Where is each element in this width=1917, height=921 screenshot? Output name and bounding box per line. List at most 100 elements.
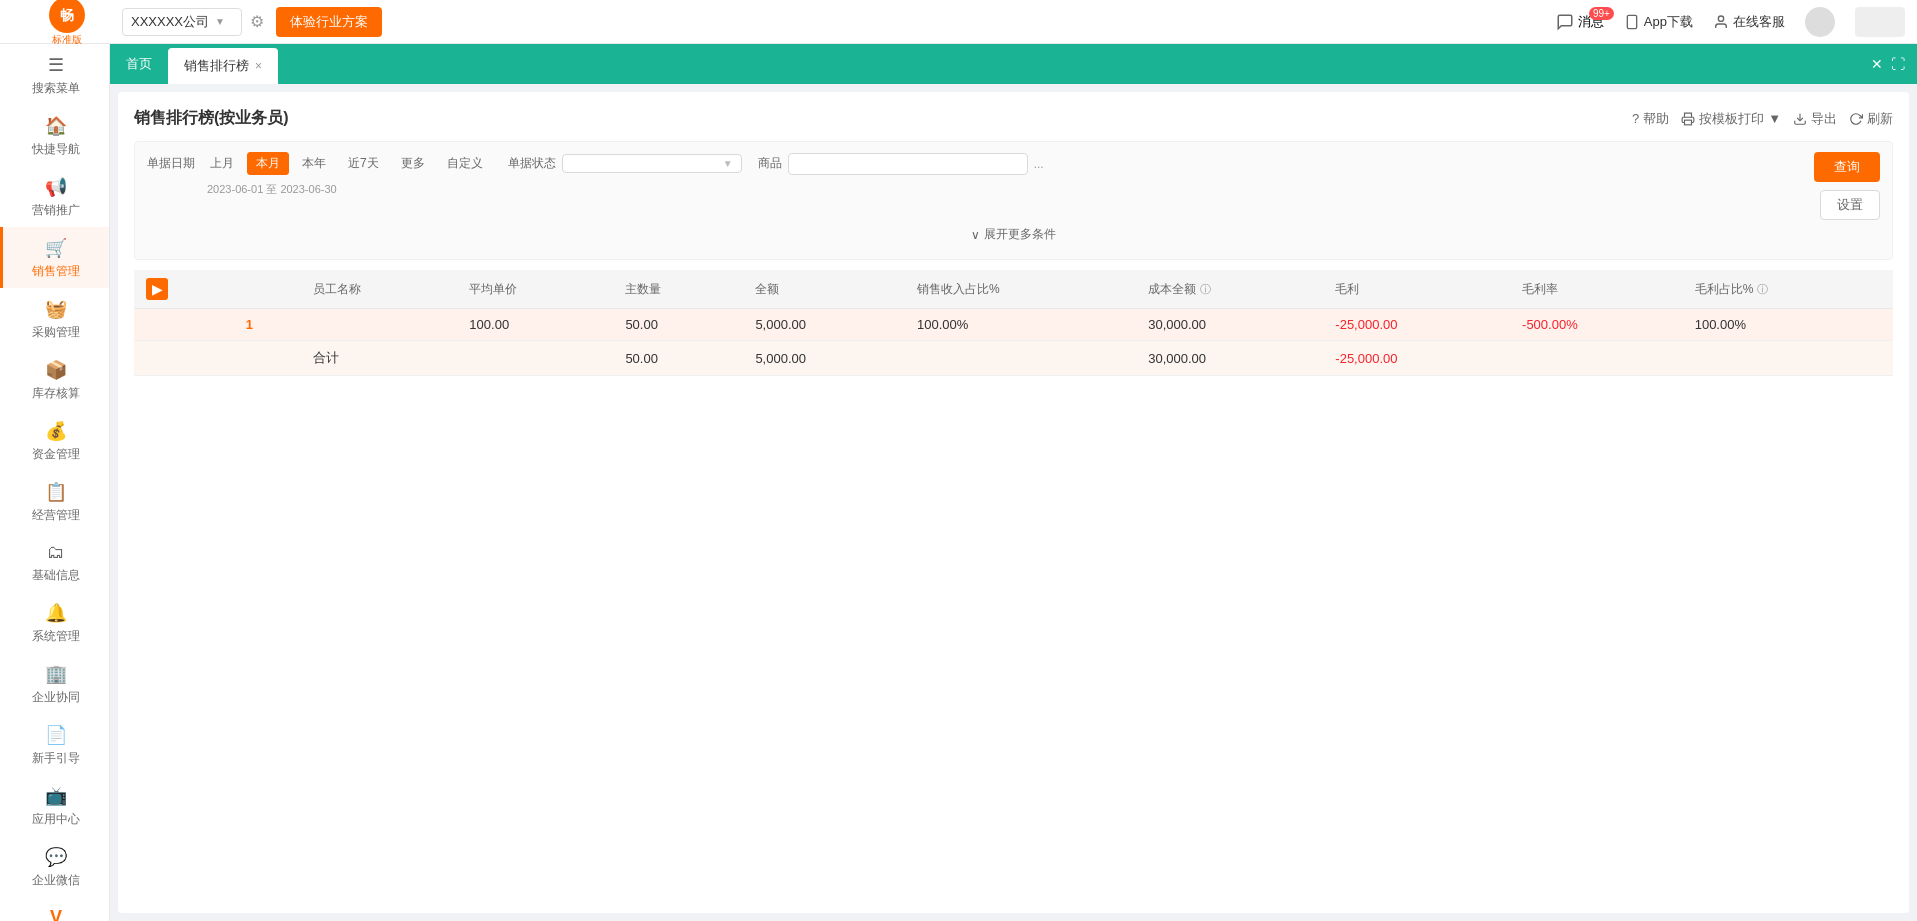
company-selector[interactable]: XXXXXX公司 ▼	[122, 8, 242, 36]
cost-value: 30,000.00	[1148, 317, 1206, 332]
logo: 畅 标准版	[12, 0, 122, 47]
expand-more-button[interactable]: ∨ 展开更多条件	[971, 226, 1056, 243]
sidebar-item-system[interactable]: 🔔 系统管理	[0, 592, 109, 653]
table-row: 1 100.00 50.00	[134, 309, 1893, 341]
date-btn-last-month[interactable]: 上月	[201, 152, 243, 175]
content-area: 首页 销售排行榜 × ✕ ⛶ 销售排行榜(按业务员)	[110, 44, 1917, 921]
sidebar-item-inventory[interactable]: 📦 库存核算	[0, 349, 109, 410]
sidebar-item-label: 快捷导航	[32, 141, 80, 158]
tab-home-label: 首页	[126, 55, 152, 73]
cost-info-icon[interactable]: ⓘ	[1200, 283, 1211, 295]
help-icon: ?	[1632, 111, 1639, 126]
window-expand-icon[interactable]: ⛶	[1891, 56, 1905, 72]
tab-close-icon[interactable]: ×	[255, 59, 262, 73]
col-rank-icon: ▶	[134, 270, 234, 309]
svg-rect-2	[1627, 15, 1636, 28]
footer-label-cell	[134, 341, 301, 376]
filter-bar: 单据日期 上月 本月 本年 近7天 更多 自定义	[134, 141, 1893, 260]
page-content: 销售排行榜(按业务员) ? 帮助 按模板打印 ▼	[118, 92, 1909, 913]
cell-cost: 30,000.00	[1136, 309, 1323, 341]
date-btn-this-month[interactable]: 本月	[247, 152, 289, 175]
footer-sales-pct	[905, 341, 1136, 376]
table-body: 1 100.00 50.00	[134, 309, 1893, 341]
export-button[interactable]: 导出	[1793, 110, 1837, 128]
sidebar-item-label: 系统管理	[32, 628, 80, 645]
sidebar-item-basic[interactable]: 🗂 基础信息	[0, 532, 109, 592]
rank-sort-button[interactable]: ▶	[146, 278, 168, 300]
sidebar-item-member[interactable]: V 畅会员	[0, 897, 109, 921]
sidebar-item-guide[interactable]: 📄 新手引导	[0, 714, 109, 775]
table-footer: 合计 50.00 5,000.00	[134, 341, 1893, 376]
top-right-area: 消息 99+ App下载 在线客服	[1556, 7, 1905, 37]
sidebar-item-marketing[interactable]: 📢 营销推广	[0, 166, 109, 227]
settings-button[interactable]: 设置	[1820, 190, 1880, 220]
sidebar-item-sales[interactable]: 🛒 销售管理	[0, 227, 109, 288]
sidebar-item-enterprise[interactable]: 🏢 企业协同	[0, 653, 109, 714]
tab-bar-right: ✕ ⛶	[1871, 56, 1917, 72]
cell-gross: -25,000.00	[1323, 309, 1510, 341]
print-dropdown-icon[interactable]: ▼	[1768, 111, 1781, 126]
basic-icon: 🗂	[47, 542, 65, 563]
print-button[interactable]: 按模板打印 ▼	[1681, 110, 1781, 128]
header-actions: ? 帮助 按模板打印 ▼	[1632, 110, 1893, 128]
marketing-icon: 📢	[45, 176, 67, 198]
expand-label: 展开更多条件	[984, 226, 1056, 243]
app-download-button[interactable]: App下载	[1624, 13, 1693, 31]
gross-pct-info-icon[interactable]: ⓘ	[1757, 283, 1768, 295]
online-service-label: 在线客服	[1733, 13, 1785, 31]
footer-gross-value: -25,000.00	[1335, 351, 1397, 366]
date-btn-more[interactable]: 更多	[392, 152, 434, 175]
sidebar-item-label: 经营管理	[32, 507, 80, 524]
sidebar-item-quick-nav[interactable]: 🏠 快捷导航	[0, 105, 109, 166]
col-cost: 成本全额 ⓘ	[1136, 270, 1323, 309]
chevron-down-icon: ▼	[215, 16, 225, 27]
online-service-button[interactable]: 在线客服	[1713, 13, 1785, 31]
cell-gross-pct: 100.00%	[1683, 309, 1893, 341]
page-header: 销售排行榜(按业务员) ? 帮助 按模板打印 ▼	[134, 108, 1893, 129]
date-range-text: 2023-06-01 至 2023-06-30	[207, 183, 337, 195]
help-button[interactable]: ? 帮助	[1632, 110, 1669, 128]
date-btn-7days[interactable]: 近7天	[339, 152, 388, 175]
refresh-button[interactable]: 刷新	[1849, 110, 1893, 128]
company-settings-icon[interactable]: ⚙	[250, 12, 264, 31]
window-close-icon[interactable]: ✕	[1871, 56, 1883, 72]
goods-input-field[interactable]	[788, 153, 1028, 175]
sidebar-item-label: 搜索菜单	[32, 80, 80, 97]
sidebar-item-finance[interactable]: 💰 资金管理	[0, 410, 109, 471]
footer-amount: 5,000.00	[743, 341, 905, 376]
tab-home[interactable]: 首页	[110, 44, 168, 84]
company-name: XXXXXX公司	[131, 13, 209, 31]
footer-gross: -25,000.00	[1323, 341, 1510, 376]
svg-text:畅: 畅	[60, 7, 74, 23]
sidebar: ☰ 搜索菜单 🏠 快捷导航 📢 营销推广 🛒 销售管理 🧺 采购管理 📦	[0, 44, 110, 921]
col-gross-pct: 毛利占比% ⓘ	[1683, 270, 1893, 309]
status-dropdown-icon: ▼	[723, 158, 733, 169]
sales-pct-value: 100.00%	[917, 317, 968, 332]
sidebar-item-search-order[interactable]: ☰ 搜索菜单	[0, 44, 109, 105]
cell-rank: 1	[234, 309, 302, 341]
data-table: ▶ 员工名称 平均单价 主数量	[134, 270, 1893, 897]
user-name[interactable]	[1855, 7, 1905, 37]
home-icon: 🏠	[45, 115, 67, 137]
trial-button[interactable]: 体验行业方案	[276, 7, 382, 37]
footer-employee: 合计	[301, 341, 457, 376]
date-btn-custom[interactable]: 自定义	[438, 152, 492, 175]
more-filters-link[interactable]: ...	[1034, 157, 1044, 171]
gross-rate-value: -500.00%	[1522, 317, 1578, 332]
expand-down-icon: ∨	[971, 228, 980, 242]
goods-search-input[interactable]	[797, 157, 1019, 171]
sidebar-item-app-center[interactable]: 📺 应用中心	[0, 775, 109, 836]
sidebar-item-wechat[interactable]: 💬 企业微信	[0, 836, 109, 897]
date-btn-this-year[interactable]: 本年	[293, 152, 335, 175]
col-gross-rate: 毛利率	[1510, 270, 1683, 309]
sidebar-item-operations[interactable]: 📋 经营管理	[0, 471, 109, 532]
message-button[interactable]: 消息 99+	[1556, 13, 1604, 31]
status-select[interactable]: ▼	[562, 154, 742, 173]
date-buttons: 上月 本月 本年 近7天 更多 自定义	[201, 152, 492, 175]
quantity-value: 50.00	[625, 317, 658, 332]
avatar[interactable]	[1805, 7, 1835, 37]
sidebar-item-purchase[interactable]: 🧺 采购管理	[0, 288, 109, 349]
query-button[interactable]: 查询	[1814, 152, 1880, 182]
tab-sales-ranking[interactable]: 销售排行榜 ×	[168, 48, 278, 84]
export-label: 导出	[1811, 110, 1837, 128]
